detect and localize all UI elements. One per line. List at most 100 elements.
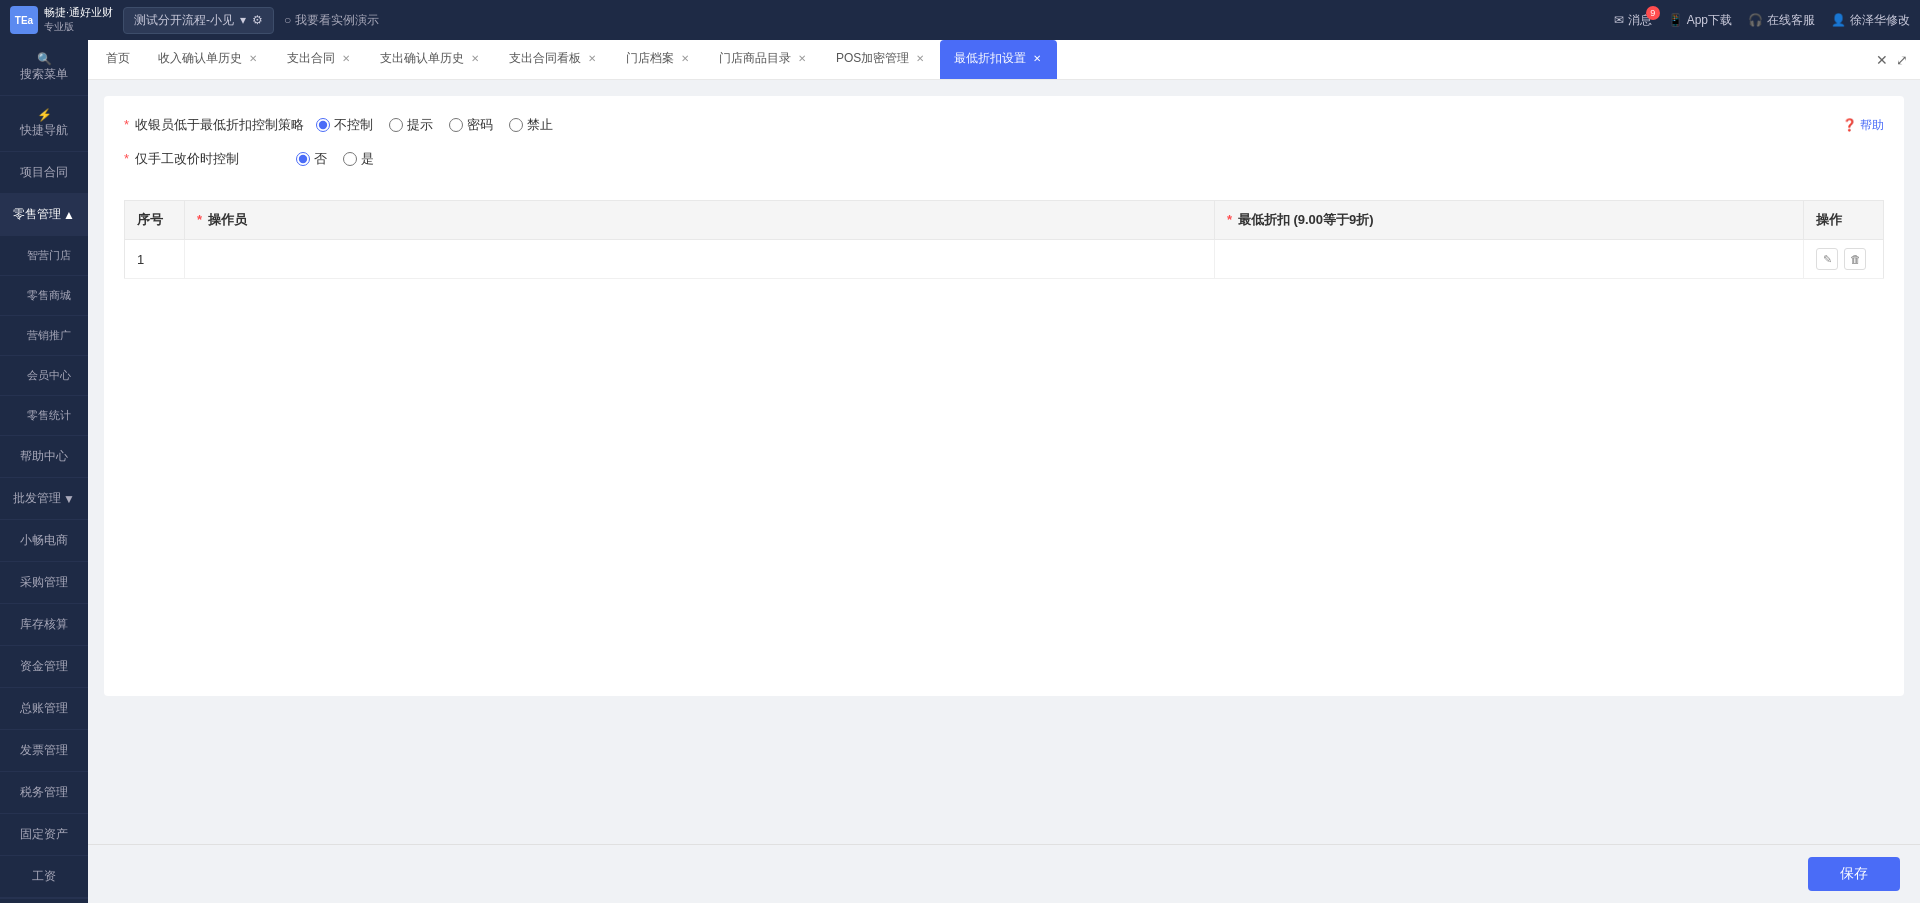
close-tab-button[interactable]: ✕ — [1876, 52, 1888, 68]
tab-home[interactable]: 首页 — [92, 40, 144, 79]
sidebar-item-wholesale-mgmt[interactable]: 批发管理 ▼ — [0, 478, 88, 520]
page-content: * 收银员低于最低折扣控制策略 不控制 提示 — [88, 80, 1920, 844]
field1-radio-group: 不控制 提示 密码 禁止 — [316, 116, 553, 134]
sidebar-item-payroll[interactable]: 工资 — [0, 856, 88, 898]
tab-close-payment-contract[interactable]: ✕ — [340, 52, 352, 65]
tab-income-history[interactable]: 收入确认单历史 ✕ — [144, 40, 273, 79]
sidebar-item-shortcuts[interactable]: ⚡ 快捷导航 — [0, 96, 88, 152]
tab-close-income-history[interactable]: ✕ — [247, 52, 259, 65]
user-menu[interactable]: 👤 徐泽华修改 — [1831, 12, 1910, 29]
sidebar-item-capital-mgmt[interactable]: 资金管理 — [0, 646, 88, 688]
tab-payment-contract[interactable]: 支出合同 ✕ — [273, 40, 366, 79]
sidebar-item-ledger-mgmt[interactable]: 总账管理 — [0, 688, 88, 730]
sidebar-item-help-center[interactable]: 帮助中心 — [0, 436, 88, 478]
tab-close-payment-confirm-history[interactable]: ✕ — [469, 52, 481, 65]
logo-text: 畅捷·通好业财 — [44, 6, 113, 19]
cell-min-discount — [1215, 240, 1804, 279]
sidebar-item-retail-mall[interactable]: 零售商城 — [0, 276, 88, 316]
discount-table: 序号 * 操作员 * 最低折扣 (9.00等于9折) — [124, 200, 1884, 279]
tab-bar-actions: ✕ ⤢ — [1868, 52, 1916, 68]
radio-password[interactable]: 密码 — [449, 116, 493, 134]
field1-label: * 收银员低于最低折扣控制策略 — [124, 116, 304, 134]
tab-close-pos-password[interactable]: ✕ — [914, 52, 926, 65]
message-icon: ✉ — [1614, 13, 1624, 27]
sidebar: 🔍 搜索菜单 ⚡ 快捷导航 项目合同 零售管理 ▲ 智营门店 零售商城 营销推广… — [0, 40, 88, 903]
app-download-button[interactable]: 📱 App下载 — [1668, 12, 1732, 29]
sidebar-item-member-center[interactable]: 会员中心 — [0, 356, 88, 396]
field2-label: * 仅手工改价时控制 — [124, 150, 284, 168]
sidebar-item-retail-stats[interactable]: 零售统计 — [0, 396, 88, 436]
help-link[interactable]: ❓ 帮助 — [1842, 117, 1884, 134]
tab-close-min-discount[interactable]: ✕ — [1031, 52, 1043, 65]
tab-store-goods[interactable]: 门店商品目录 ✕ — [705, 40, 822, 79]
tab-bar: 首页 收入确认单历史 ✕ 支出合同 ✕ 支出确认单历史 ✕ 支出合同看板 ✕ 门… — [88, 40, 1920, 80]
settings-icon[interactable]: ⚙ — [252, 13, 263, 27]
delete-row-button[interactable]: 🗑 — [1844, 248, 1866, 270]
sidebar-item-xiaoqi-ecom[interactable]: 小畅电商 — [0, 520, 88, 562]
sidebar-item-purchase-mgmt[interactable]: 采购管理 — [0, 562, 88, 604]
arrow-down-icon: ▼ — [63, 492, 75, 506]
tab-store-file[interactable]: 门店档案 ✕ — [612, 40, 705, 79]
settings-card: * 收银员低于最低折扣控制策略 不控制 提示 — [104, 96, 1904, 696]
expand-tab-button[interactable]: ⤢ — [1896, 52, 1908, 68]
table-header-row: 序号 * 操作员 * 最低折扣 (9.00等于9折) — [125, 201, 1884, 240]
col-operator-header: * 操作员 — [185, 201, 1215, 240]
topbar-right: ✉ 消息 9 📱 App下载 🎧 在线客服 👤 徐泽华修改 — [1614, 12, 1910, 29]
sidebar-settings-button[interactable]: ⚙ — [0, 898, 88, 903]
field2-radio-group: 否 是 — [296, 150, 374, 168]
tab-payment-board[interactable]: 支出合同看板 ✕ — [495, 40, 612, 79]
arrow-up-icon: ▲ — [63, 208, 75, 222]
download-icon: 📱 — [1668, 13, 1683, 27]
logo-icon: TEa — [10, 6, 38, 34]
sidebar-item-inventory[interactable]: 库存核算 — [0, 604, 88, 646]
tab-close-store-goods[interactable]: ✕ — [796, 52, 808, 65]
messages-button[interactable]: ✉ 消息 9 — [1614, 12, 1652, 29]
discount-table-container: 序号 * 操作员 * 最低折扣 (9.00等于9折) — [124, 184, 1884, 279]
sidebar-item-marketing[interactable]: 营销推广 — [0, 316, 88, 356]
online-service-button[interactable]: 🎧 在线客服 — [1748, 12, 1815, 29]
col-min-discount-header: * 最低折扣 (9.00等于9折) — [1215, 201, 1804, 240]
edit-row-button[interactable]: ✎ — [1816, 248, 1838, 270]
project-selector[interactable]: 测试分开流程-小见 ▾ ⚙ — [123, 7, 274, 34]
action-icons: ✎ 🗑 — [1816, 248, 1871, 270]
sidebar-item-smart-store[interactable]: 智营门店 — [0, 236, 88, 276]
save-button[interactable]: 保存 — [1808, 857, 1900, 891]
sidebar-item-tax-mgmt[interactable]: 税务管理 — [0, 772, 88, 814]
logo-sub: 专业版 — [44, 20, 113, 34]
chevron-down-icon: ▾ — [240, 13, 246, 27]
col-action-header: 操作 — [1804, 201, 1884, 240]
cell-operator — [185, 240, 1215, 279]
radio-no[interactable]: 否 — [296, 150, 327, 168]
topbar: TEa 畅捷·通好业财 专业版 测试分开流程-小见 ▾ ⚙ ○ 我要看实例演示 … — [0, 0, 1920, 40]
sidebar-item-fixed-assets[interactable]: 固定资产 — [0, 814, 88, 856]
radio-no-control[interactable]: 不控制 — [316, 116, 373, 134]
radio-forbid[interactable]: 禁止 — [509, 116, 553, 134]
user-icon: 👤 — [1831, 13, 1846, 27]
radio-remind[interactable]: 提示 — [389, 116, 433, 134]
sidebar-item-retail-mgmt[interactable]: 零售管理 ▲ — [0, 194, 88, 236]
tab-close-store-file[interactable]: ✕ — [679, 52, 691, 65]
cell-seq: 1 — [125, 240, 185, 279]
sidebar-item-invoice-mgmt[interactable]: 发票管理 — [0, 730, 88, 772]
headset-icon: 🎧 — [1748, 13, 1763, 27]
bottom-bar: 保存 — [88, 844, 1920, 903]
cell-action: ✎ 🗑 — [1804, 240, 1884, 279]
tab-payment-confirm-history[interactable]: 支出确认单历史 ✕ — [366, 40, 495, 79]
message-badge: 9 — [1646, 6, 1660, 20]
demo-link[interactable]: ○ 我要看实例演示 — [284, 12, 379, 29]
project-name: 测试分开流程-小见 — [134, 12, 234, 29]
table-row: 1 ✎ 🗑 — [125, 240, 1884, 279]
main-layout: 🔍 搜索菜单 ⚡ 快捷导航 项目合同 零售管理 ▲ 智营门店 零售商城 营销推广… — [0, 40, 1920, 903]
form-row-2: * 仅手工改价时控制 否 是 — [124, 150, 1884, 168]
tab-min-discount[interactable]: 最低折扣设置 ✕ — [940, 40, 1057, 79]
sidebar-item-project-contract[interactable]: 项目合同 — [0, 152, 88, 194]
circle-icon: ○ — [284, 13, 291, 27]
help-icon: ❓ — [1842, 118, 1857, 132]
tab-pos-password[interactable]: POS加密管理 ✕ — [822, 40, 940, 79]
sidebar-item-search[interactable]: 🔍 搜索菜单 — [0, 40, 88, 96]
tab-close-payment-board[interactable]: ✕ — [586, 52, 598, 65]
app-logo: TEa 畅捷·通好业财 专业版 — [10, 6, 113, 34]
col-seq-header: 序号 — [125, 201, 185, 240]
form-row-1: * 收银员低于最低折扣控制策略 不控制 提示 — [124, 116, 1884, 134]
radio-yes[interactable]: 是 — [343, 150, 374, 168]
